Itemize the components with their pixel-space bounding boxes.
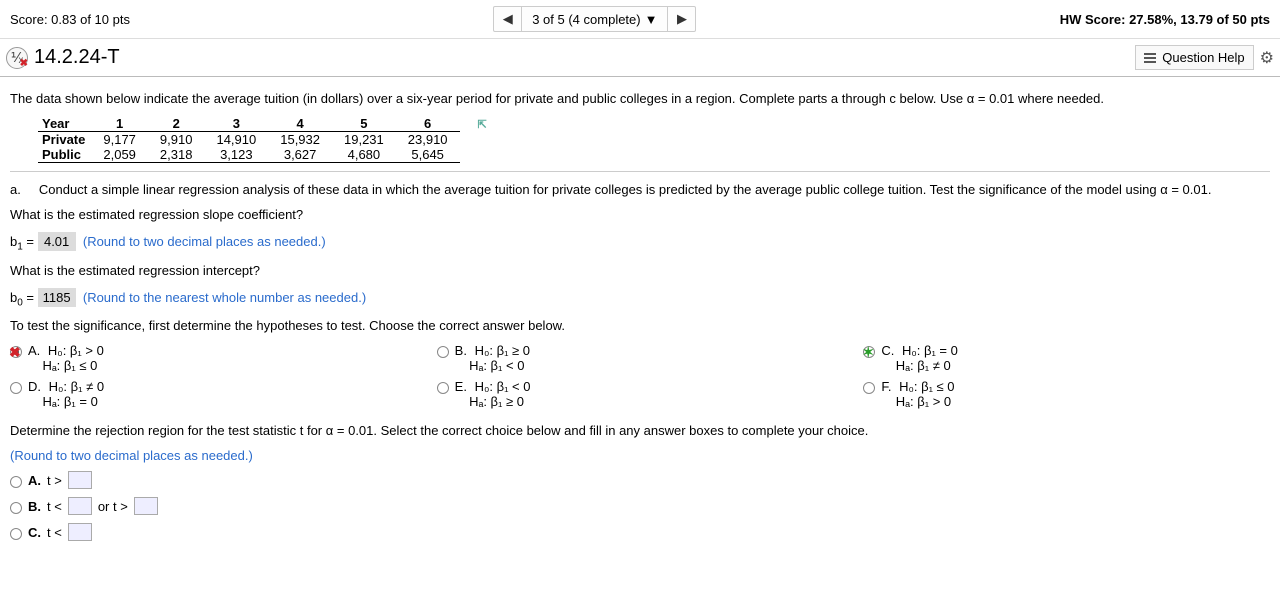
table-row: Private 9,177 9,910 14,910 15,932 19,231… <box>38 132 499 148</box>
rejection-choices: A. t > B. t < or t > C. t < <box>10 471 1270 541</box>
option-a[interactable]: ✖ A. H₀: β₁ > 0 Hₐ: β₁ ≤ 0 <box>10 343 417 373</box>
question-slope: What is the estimated regression slope c… <box>10 207 1270 222</box>
rej-a-input[interactable] <box>68 471 92 489</box>
option-f[interactable]: F. H₀: β₁ ≤ 0 Hₐ: β₁ > 0 <box>863 379 1270 409</box>
top-bar: Score: 0.83 of 10 pts ◀ 3 of 5 (4 comple… <box>0 0 1280 39</box>
option-c[interactable]: ✶ C. H₀: β₁ = 0 Hₐ: β₁ ≠ 0 <box>863 343 1270 373</box>
part-a: a. Conduct a simple linear regression an… <box>10 182 1270 197</box>
question-intercept: What is the estimated regression interce… <box>10 263 1270 278</box>
wrong-mark-icon: ✖ <box>20 58 28 69</box>
gear-icon[interactable]: ⚙ <box>1260 48 1274 68</box>
title-left: ⅟ₓ ✖ 14.2.24-T <box>6 46 120 69</box>
radio-e[interactable] <box>437 382 449 394</box>
radio-d[interactable] <box>10 382 22 394</box>
question-hypotheses: To test the significance, first determin… <box>10 318 1270 333</box>
radio-rej-a[interactable] <box>10 476 22 488</box>
option-e[interactable]: E. H₀: β₁ < 0 Hₐ: β₁ ≥ 0 <box>437 379 844 409</box>
chevron-down-icon: ▼ <box>645 12 658 27</box>
part-text: Conduct a simple linear regression analy… <box>39 182 1212 197</box>
option-d[interactable]: D. H₀: β₁ ≠ 0 Hₐ: β₁ = 0 <box>10 379 417 409</box>
radio-rej-b[interactable] <box>10 502 22 514</box>
rejection-option-b[interactable]: B. t < or t > <box>10 497 1270 515</box>
instructions: The data shown below indicate the averag… <box>10 91 1270 106</box>
list-icon <box>1144 53 1156 63</box>
next-question-button[interactable]: ▶ <box>667 7 695 31</box>
b0-answer: b0 = (Round to the nearest whole number … <box>10 288 1270 309</box>
title-right: Question Help ⚙ <box>1135 45 1274 70</box>
hypotheses-choices: ✖ A. H₀: β₁ > 0 Hₐ: β₁ ≤ 0 B. H₀: β₁ ≥ 0… <box>10 343 1270 409</box>
title-bar: ⅟ₓ ✖ 14.2.24-T Question Help ⚙ <box>0 39 1280 77</box>
question-navigator: ◀ 3 of 5 (4 complete) ▼ ▶ <box>493 6 696 32</box>
nav-label-text: 3 of 5 (4 complete) <box>532 12 640 27</box>
correct-mark-icon: ✶ <box>862 344 874 361</box>
question-id: 14.2.24-T <box>34 46 120 69</box>
radio-rej-c[interactable] <box>10 528 22 540</box>
option-b[interactable]: B. H₀: β₁ ≥ 0 Hₐ: β₁ < 0 <box>437 343 844 373</box>
b1-hint: (Round to two decimal places as needed.) <box>83 234 326 249</box>
wrong-mark-icon: ✖ <box>9 344 21 361</box>
b0-input[interactable] <box>38 288 76 307</box>
rej-b-input-1[interactable] <box>68 497 92 515</box>
rejection-prompt: Determine the rejection region for the t… <box>10 423 1270 438</box>
b1-input[interactable] <box>38 232 76 251</box>
prev-question-button[interactable]: ◀ <box>494 7 522 31</box>
hw-score-label: HW Score: 27.58%, 13.79 of 50 pts <box>1060 12 1270 27</box>
radio-b[interactable] <box>437 346 449 358</box>
rejection-option-a[interactable]: A. t > <box>10 471 1270 489</box>
radio-a[interactable]: ✖ <box>10 346 22 358</box>
question-content: The data shown below indicate the averag… <box>0 77 1280 557</box>
divider <box>10 171 1270 172</box>
question-status-icon: ⅟ₓ ✖ <box>6 47 28 69</box>
part-label: a. <box>10 182 21 197</box>
b0-hint: (Round to the nearest whole number as ne… <box>83 290 366 305</box>
rejection-hint: (Round to two decimal places as needed.) <box>10 448 1270 463</box>
table-header: Year <box>38 116 91 132</box>
tuition-table: Year 1 2 3 4 5 6 ⇱ Private 9,177 9,910 1… <box>38 116 499 163</box>
help-label: Question Help <box>1162 50 1244 65</box>
radio-c[interactable]: ✶ <box>863 346 875 358</box>
rej-b-input-2[interactable] <box>134 497 158 515</box>
question-selector[interactable]: 3 of 5 (4 complete) ▼ <box>522 8 667 31</box>
popup-table-icon[interactable]: ⇱ <box>478 119 487 131</box>
rej-c-input[interactable] <box>68 523 92 541</box>
question-help-button[interactable]: Question Help <box>1135 45 1253 70</box>
score-label: Score: 0.83 of 10 pts <box>10 12 130 27</box>
rejection-option-c[interactable]: C. t < <box>10 523 1270 541</box>
b1-answer: b1 = (Round to two decimal places as nee… <box>10 232 1270 253</box>
radio-f[interactable] <box>863 382 875 394</box>
table-row: Public 2,059 2,318 3,123 3,627 4,680 5,6… <box>38 147 499 163</box>
